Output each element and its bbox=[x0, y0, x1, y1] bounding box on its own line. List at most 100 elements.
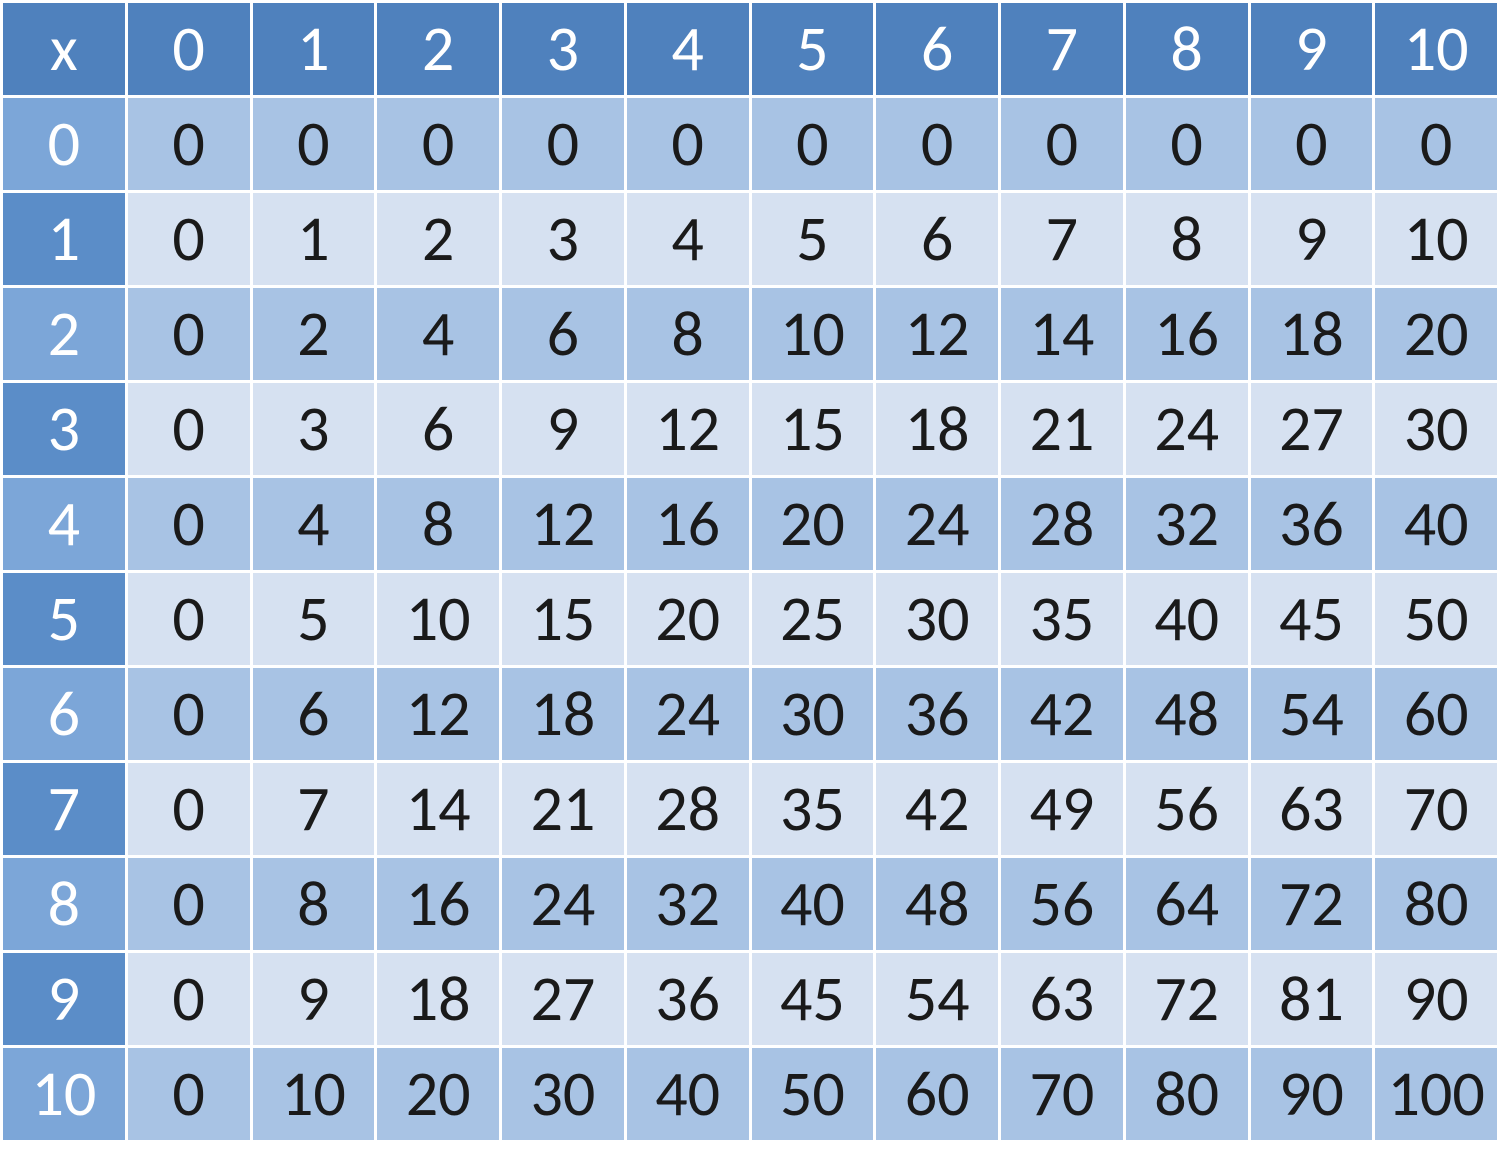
row-header: 5 bbox=[2, 572, 127, 667]
table-cell: 0 bbox=[376, 97, 501, 192]
table-cell: 80 bbox=[1124, 1047, 1249, 1142]
table-cell: 42 bbox=[875, 762, 1000, 857]
table-cell: 40 bbox=[625, 1047, 750, 1142]
table-cell: 5 bbox=[750, 192, 875, 287]
table-cell: 54 bbox=[1249, 667, 1374, 762]
table-cell: 4 bbox=[251, 477, 376, 572]
table-cell: 24 bbox=[875, 477, 1000, 572]
table-cell: 0 bbox=[126, 667, 251, 762]
table-cell: 80 bbox=[1374, 857, 1499, 952]
table-cell: 16 bbox=[625, 477, 750, 572]
row-header: 9 bbox=[2, 952, 127, 1047]
col-header: 5 bbox=[750, 2, 875, 97]
table-cell: 2 bbox=[251, 287, 376, 382]
table-cell: 32 bbox=[1124, 477, 1249, 572]
table-cell: 6 bbox=[376, 382, 501, 477]
multiplication-table: x012345678910000000000000101234567891020… bbox=[0, 0, 1500, 1143]
table-cell: 30 bbox=[750, 667, 875, 762]
table-cell: 0 bbox=[1374, 97, 1499, 192]
table-cell: 48 bbox=[1124, 667, 1249, 762]
col-header: 10 bbox=[1374, 2, 1499, 97]
table-cell: 21 bbox=[1000, 382, 1125, 477]
table-cell: 0 bbox=[126, 287, 251, 382]
row-header: 6 bbox=[2, 667, 127, 762]
row-header: 3 bbox=[2, 382, 127, 477]
table-cell: 3 bbox=[501, 192, 626, 287]
table-cell: 32 bbox=[625, 857, 750, 952]
table-cell: 50 bbox=[1374, 572, 1499, 667]
table-cell: 18 bbox=[1249, 287, 1374, 382]
table-cell: 100 bbox=[1374, 1047, 1499, 1142]
table-cell: 0 bbox=[126, 1047, 251, 1142]
table-cell: 0 bbox=[251, 97, 376, 192]
table-cell: 60 bbox=[1374, 667, 1499, 762]
table-cell: 24 bbox=[501, 857, 626, 952]
table-cell: 56 bbox=[1124, 762, 1249, 857]
table-cell: 1 bbox=[251, 192, 376, 287]
table-cell: 14 bbox=[1000, 287, 1125, 382]
table-cell: 15 bbox=[501, 572, 626, 667]
table-cell: 9 bbox=[501, 382, 626, 477]
table-cell: 0 bbox=[625, 97, 750, 192]
table-cell: 9 bbox=[1249, 192, 1374, 287]
table-cell: 27 bbox=[501, 952, 626, 1047]
col-header: 6 bbox=[875, 2, 1000, 97]
table-cell: 90 bbox=[1374, 952, 1499, 1047]
table-cell: 25 bbox=[750, 572, 875, 667]
table-cell: 2 bbox=[376, 192, 501, 287]
table-cell: 70 bbox=[1000, 1047, 1125, 1142]
table-cell: 20 bbox=[376, 1047, 501, 1142]
table-cell: 0 bbox=[126, 97, 251, 192]
table-cell: 20 bbox=[750, 477, 875, 572]
table-cell: 60 bbox=[875, 1047, 1000, 1142]
table-cell: 24 bbox=[625, 667, 750, 762]
table-cell: 0 bbox=[126, 477, 251, 572]
table-cell: 0 bbox=[126, 572, 251, 667]
table-cell: 35 bbox=[1000, 572, 1125, 667]
table-cell: 8 bbox=[251, 857, 376, 952]
table-cell: 0 bbox=[501, 97, 626, 192]
table-cell: 54 bbox=[875, 952, 1000, 1047]
table-cell: 10 bbox=[376, 572, 501, 667]
table-cell: 40 bbox=[1124, 572, 1249, 667]
table-cell: 6 bbox=[875, 192, 1000, 287]
table-cell: 90 bbox=[1249, 1047, 1374, 1142]
table-cell: 4 bbox=[625, 192, 750, 287]
table-cell: 35 bbox=[750, 762, 875, 857]
row-header: 7 bbox=[2, 762, 127, 857]
row-header: 4 bbox=[2, 477, 127, 572]
table-cell: 16 bbox=[376, 857, 501, 952]
table-cell: 7 bbox=[251, 762, 376, 857]
table-cell: 8 bbox=[625, 287, 750, 382]
table-cell: 5 bbox=[251, 572, 376, 667]
table-cell: 18 bbox=[501, 667, 626, 762]
col-header: 1 bbox=[251, 2, 376, 97]
table-cell: 15 bbox=[750, 382, 875, 477]
table-cell: 0 bbox=[750, 97, 875, 192]
table-cell: 36 bbox=[625, 952, 750, 1047]
table-cell: 27 bbox=[1249, 382, 1374, 477]
table-cell: 28 bbox=[625, 762, 750, 857]
col-header: 9 bbox=[1249, 2, 1374, 97]
table-cell: 0 bbox=[875, 97, 1000, 192]
table-cell: 42 bbox=[1000, 667, 1125, 762]
table-cell: 63 bbox=[1249, 762, 1374, 857]
table-cell: 0 bbox=[126, 192, 251, 287]
table-cell: 12 bbox=[376, 667, 501, 762]
col-header: 3 bbox=[501, 2, 626, 97]
table-cell: 36 bbox=[875, 667, 1000, 762]
table-cell: 40 bbox=[750, 857, 875, 952]
table-cell: 12 bbox=[875, 287, 1000, 382]
table-cell: 70 bbox=[1374, 762, 1499, 857]
table-cell: 20 bbox=[625, 572, 750, 667]
table-cell: 72 bbox=[1249, 857, 1374, 952]
table-cell: 56 bbox=[1000, 857, 1125, 952]
table-cell: 0 bbox=[126, 952, 251, 1047]
row-header: 1 bbox=[2, 192, 127, 287]
table-cell: 30 bbox=[875, 572, 1000, 667]
table-cell: 4 bbox=[376, 287, 501, 382]
table-corner: x bbox=[2, 2, 127, 97]
table-cell: 7 bbox=[1000, 192, 1125, 287]
table-cell: 81 bbox=[1249, 952, 1374, 1047]
table-cell: 8 bbox=[376, 477, 501, 572]
